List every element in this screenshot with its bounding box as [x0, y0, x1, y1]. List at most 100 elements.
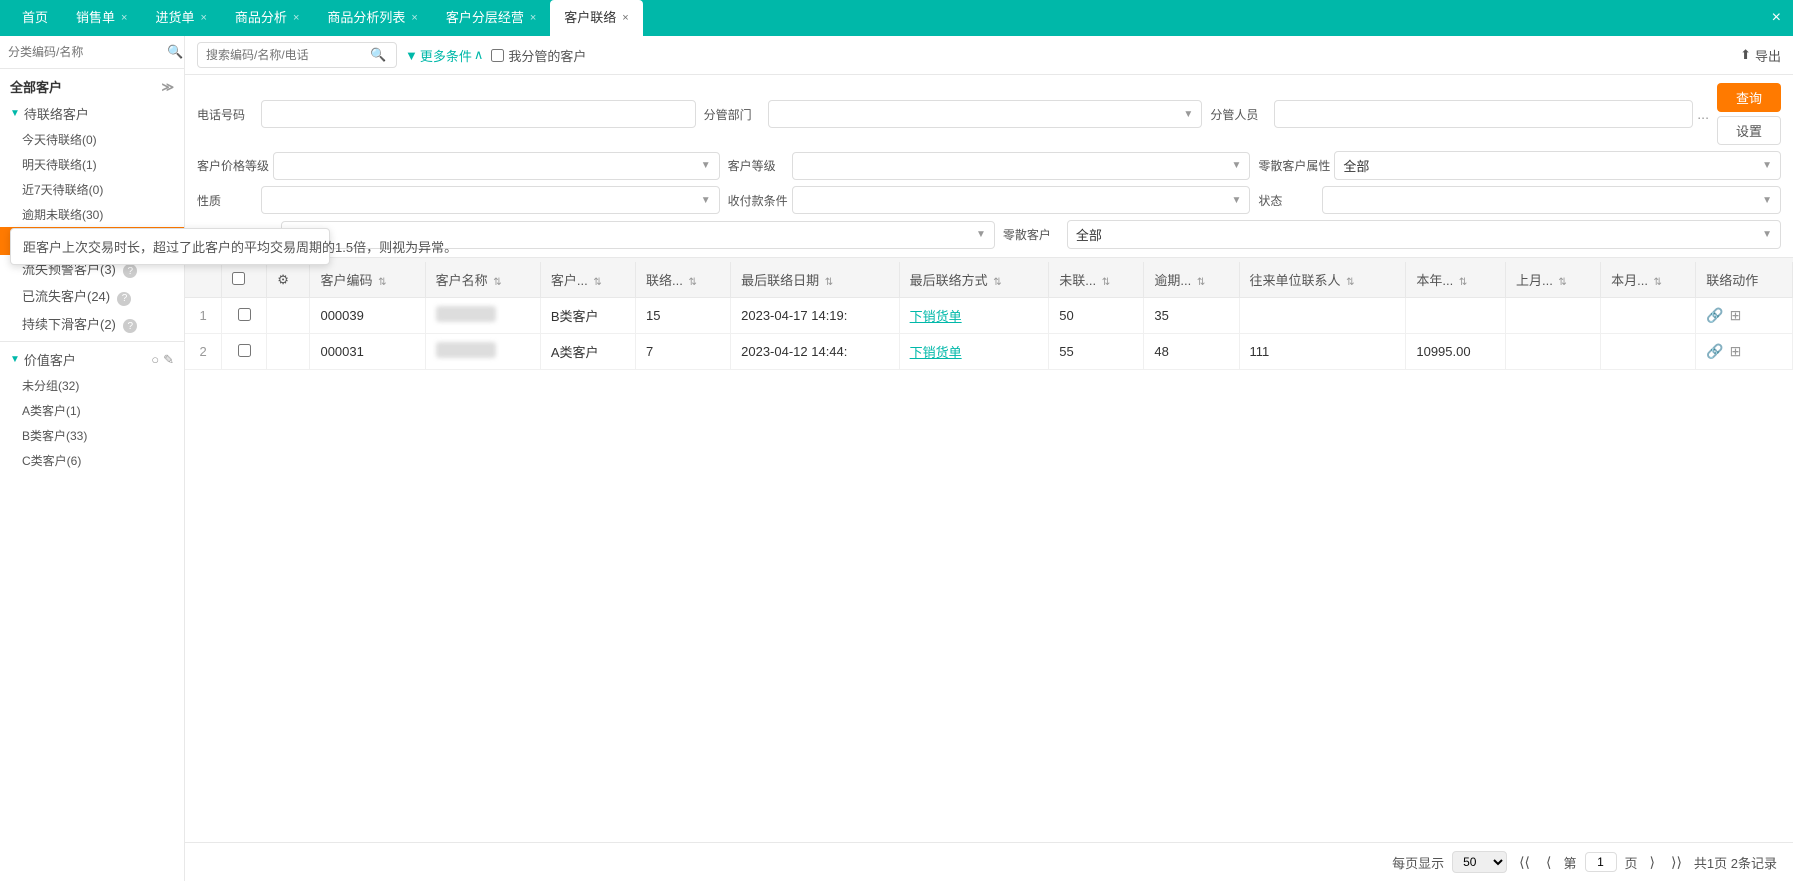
phone-input[interactable]	[261, 100, 696, 128]
filter-status: 状态 ▼	[1258, 186, 1781, 214]
sidebar-item-c-class[interactable]: C类客户(6)	[0, 448, 184, 473]
search-box: 🔍	[197, 42, 397, 68]
sidebar-item-declining[interactable]: 持续下滑客户(2) ?	[0, 310, 184, 338]
col-unit-contact[interactable]: 往来单位联系人 ⇅	[1239, 262, 1406, 298]
sidebar-item-today[interactable]: 今天待联络(0)	[0, 127, 184, 152]
col-customer-type[interactable]: 客户... ⇅	[540, 262, 635, 298]
sidebar-item-tomorrow[interactable]: 明天待联络(1)	[0, 152, 184, 177]
per-page-select[interactable]: 50 100 200	[1452, 851, 1507, 873]
contact-method-link[interactable]: 下销货单	[910, 345, 962, 360]
last-page-btn[interactable]: ⟩⟩	[1667, 852, 1686, 873]
person-input[interactable]	[1274, 100, 1693, 128]
col-overdue[interactable]: 逾期... ⇅	[1144, 262, 1239, 298]
value-group-edit-icon[interactable]: ✎	[163, 352, 174, 368]
more-action-icon[interactable]: ⊞	[1730, 343, 1742, 360]
status-select[interactable]: ▼	[1322, 186, 1781, 214]
row-checkbox[interactable]	[238, 308, 251, 321]
query-button[interactable]: 查询	[1717, 83, 1781, 112]
tooltip: 距客户上次交易时长，超过了此客户的平均交易周期的1.5倍，则视为异常。	[10, 228, 330, 265]
col-settings[interactable]: ⚙	[267, 262, 310, 298]
close-customer-tier-tab[interactable]: ×	[530, 0, 536, 36]
retail-customer-select[interactable]: 全部 ▼	[1067, 220, 1781, 249]
cell-this-year: 10995.00	[1406, 334, 1506, 370]
person-ellipsis[interactable]: ...	[1697, 106, 1709, 122]
price-level-select[interactable]: ▼	[273, 152, 720, 180]
cell-code: 000031	[310, 334, 425, 370]
dept-select[interactable]: ▼	[768, 100, 1203, 128]
table-header-row: ⚙ 客户编码 ⇅ 客户名称 ⇅ 客户... ⇅ 联络... ⇅ 最后联络日期 ⇅…	[185, 262, 1793, 298]
nav-customer-contact[interactable]: 客户联络 ×	[550, 0, 642, 36]
sidebar-collapse-icon[interactable]: ≫	[161, 80, 174, 94]
cell-last-method[interactable]: 下销货单	[899, 298, 1049, 334]
cell-index: 2	[185, 334, 222, 370]
gender-select[interactable]: ▼	[261, 186, 720, 214]
col-contact-count[interactable]: 联络... ⇅	[636, 262, 731, 298]
customer-level-select[interactable]: ▼	[792, 152, 1251, 180]
sidebar-item-lost[interactable]: 已流失客户(24) ?	[0, 282, 184, 310]
nav-purchase[interactable]: 进货单 ×	[141, 0, 220, 36]
col-this-year[interactable]: 本年... ⇅	[1406, 262, 1506, 298]
nav-sales[interactable]: 销售单 ×	[62, 0, 141, 36]
pending-group-label[interactable]: ▼ 待联络客户	[0, 100, 184, 127]
retail-attr-select[interactable]: 全部 ▼	[1334, 151, 1781, 180]
value-group-label[interactable]: ▼ 价值客户 ○ ✎	[0, 346, 184, 373]
date-sort-icon: ⇅	[825, 277, 833, 288]
nav-customer-tier[interactable]: 客户分层经营 ×	[432, 0, 550, 36]
sidebar-item-a-class[interactable]: A类客户(1)	[0, 398, 184, 423]
table-body: 1 000039 B类客户 15 2023-04-17 14:19: 下销货单 …	[185, 298, 1793, 370]
gender-arrow-icon: ▼	[701, 195, 711, 206]
toolbar: 🔍 ▼ 更多条件 ∧ 我分管的客户 ⬆ 导出	[185, 36, 1793, 75]
cell-index: 1	[185, 298, 222, 334]
cell-last-date: 2023-04-12 14:44:	[731, 334, 900, 370]
more-filter-button[interactable]: ▼ 更多条件 ∧	[405, 46, 483, 65]
nav-analysis-list[interactable]: 商品分析列表 ×	[313, 0, 431, 36]
close-all-tabs[interactable]: ×	[1772, 9, 1781, 27]
cell-checkbox[interactable]	[222, 334, 267, 370]
search-input[interactable]	[206, 48, 366, 62]
cell-contact-count: 15	[636, 298, 731, 334]
search-icon[interactable]: 🔍	[370, 47, 386, 63]
col-last-month[interactable]: 上月... ⇅	[1505, 262, 1600, 298]
next-page-btn[interactable]: ⟩	[1646, 852, 1659, 873]
sidebar-item-7days[interactable]: 近7天待联络(0)	[0, 177, 184, 202]
sidebar-item-overdue[interactable]: 逾期未联络(30)	[0, 202, 184, 227]
row-checkbox[interactable]	[238, 344, 251, 357]
col-this-month[interactable]: 本月... ⇅	[1601, 262, 1696, 298]
value-group-circle-icon[interactable]: ○	[151, 352, 159, 368]
sidebar-body: 全部客户 ≫ ▼ 待联络客户 今天待联络(0) 明天待联络(1) 近7天待联络(…	[0, 69, 184, 881]
close-analysis-tab[interactable]: ×	[293, 0, 299, 36]
nav-home[interactable]: 首页	[8, 0, 62, 36]
cell-checkbox[interactable]	[222, 298, 267, 334]
close-sales-tab[interactable]: ×	[121, 0, 127, 36]
sidebar-item-b-class[interactable]: B类客户(33)	[0, 423, 184, 448]
sidebar-search-area: 🔍	[0, 36, 184, 69]
col-uncontacted[interactable]: 未联... ⇅	[1049, 262, 1144, 298]
close-analysis-list-tab[interactable]: ×	[411, 0, 417, 36]
close-purchase-tab[interactable]: ×	[200, 0, 206, 36]
select-all-checkbox[interactable]	[232, 272, 245, 285]
more-action-icon[interactable]: ⊞	[1730, 307, 1742, 324]
col-code[interactable]: 客户编码 ⇅	[310, 262, 425, 298]
cell-action: 🔗 ⊞	[1696, 298, 1793, 334]
nav-analysis[interactable]: 商品分析 ×	[221, 0, 313, 36]
payment-select[interactable]: ▼	[792, 186, 1251, 214]
prev-page-btn[interactable]: ⟨	[1542, 852, 1555, 873]
cell-last-method[interactable]: 下销货单	[899, 334, 1049, 370]
setting-button[interactable]: 设置	[1717, 116, 1781, 145]
col-name[interactable]: 客户名称 ⇅	[425, 262, 540, 298]
contact-icon[interactable]: 🔗	[1706, 307, 1723, 324]
first-page-btn[interactable]: ⟨⟨	[1515, 852, 1534, 873]
sidebar-search-input[interactable]	[8, 45, 163, 59]
contact-method-link[interactable]: 下销货单	[910, 309, 962, 324]
col-last-contact-method[interactable]: 最后联络方式 ⇅	[899, 262, 1049, 298]
my-customers-checkbox[interactable]	[491, 49, 504, 62]
contact-icon[interactable]: 🔗	[1706, 343, 1723, 360]
status-arrow-icon: ▼	[1762, 195, 1772, 206]
export-button[interactable]: ⬆ 导出	[1740, 46, 1781, 65]
close-customer-contact-tab[interactable]: ×	[622, 0, 628, 36]
col-last-contact-date[interactable]: 最后联络日期 ⇅	[731, 262, 900, 298]
page-number-input[interactable]	[1585, 852, 1617, 872]
sidebar-search-icon[interactable]: 🔍	[167, 44, 183, 60]
my-customers-checkbox-area[interactable]: 我分管的客户	[491, 46, 586, 65]
sidebar-item-ungrouped[interactable]: 未分组(32)	[0, 373, 184, 398]
